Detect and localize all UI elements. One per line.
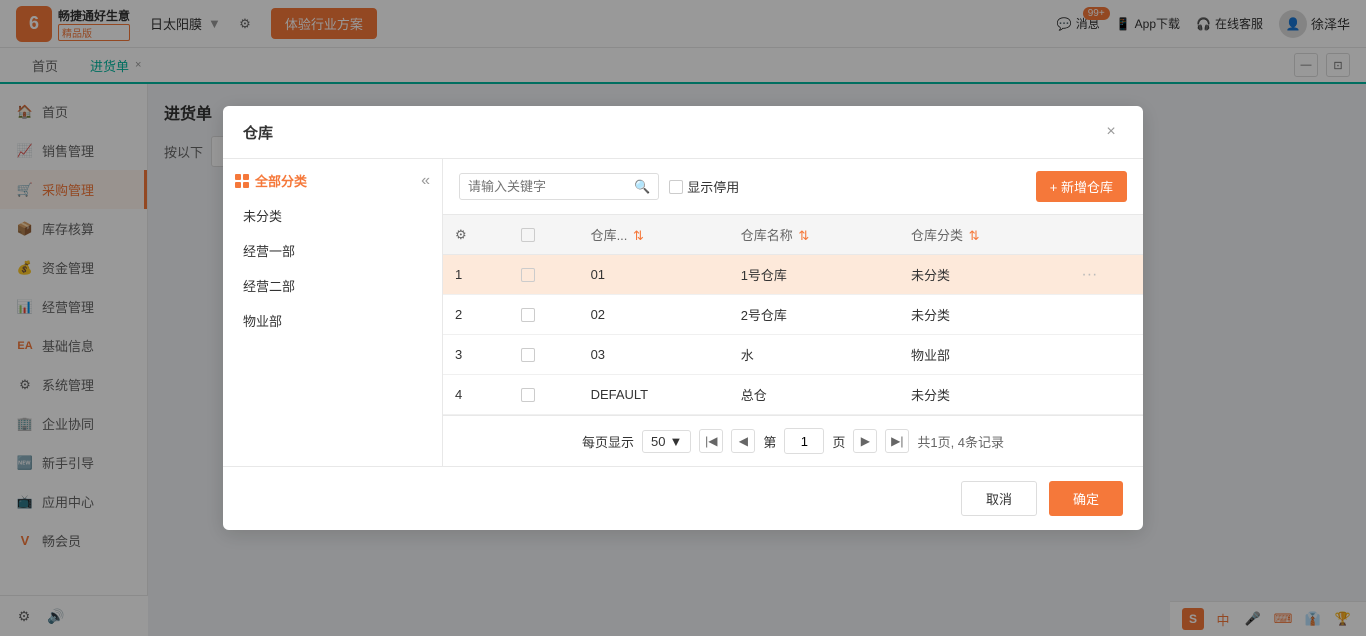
per-page-select[interactable]: 50 ▼ <box>642 430 691 453</box>
page-number-input[interactable] <box>784 428 824 454</box>
table-toolbar: 🔍 显示停用 + 新增仓库 <box>443 159 1143 215</box>
dialog-body: 全部分类 « 未分类 经营一部 经营二部 物业部 🔍 <box>223 159 1143 466</box>
table-row[interactable]: 3 03 水 物业部 <box>443 335 1143 375</box>
disabled-checkbox[interactable] <box>669 180 683 194</box>
warehouse-dialog: 仓库 × 全部分类 « 未分类 经营一部 经营二部 物业部 <box>223 106 1143 530</box>
search-input[interactable] <box>468 174 628 199</box>
close-button[interactable]: × <box>1099 120 1123 144</box>
col-name: 仓库名称 ⇅ <box>729 215 899 255</box>
row-category: 未分类 <box>899 255 1069 295</box>
table-row[interactable]: 4 DEFAULT 总仓 未分类 <box>443 375 1143 415</box>
dialog-footer: 取消 确定 <box>223 466 1143 530</box>
dialog-header: 仓库 × <box>223 106 1143 159</box>
row-category: 未分类 <box>899 295 1069 335</box>
first-page-button[interactable]: |◀ <box>699 429 723 453</box>
add-warehouse-button[interactable]: + 新增仓库 <box>1036 171 1127 202</box>
category-item-property[interactable]: 物业部 <box>223 303 442 338</box>
collapse-icon[interactable]: « <box>421 172 430 190</box>
row-code: 03 <box>579 335 729 375</box>
warehouse-table: ⚙ 仓库... ⇅ 仓库名称 ⇅ 仓库分类 ⇅ 1 <box>443 215 1143 415</box>
dialog-title: 仓库 <box>243 122 273 143</box>
last-page-button[interactable]: ▶| <box>885 429 909 453</box>
row-checkbox-cell <box>509 335 579 375</box>
col-checkbox <box>509 215 579 255</box>
all-categories[interactable]: 全部分类 <box>235 171 307 190</box>
search-icon: 🔍 <box>634 179 650 195</box>
next-page-button[interactable]: ▶ <box>853 429 877 453</box>
col-code: 仓库... ⇅ <box>579 215 729 255</box>
show-disabled-label: 显示停用 <box>687 177 739 196</box>
page-label-text: 第 <box>763 432 776 451</box>
table-row[interactable]: 1 01 1号仓库 未分类 ··· <box>443 255 1143 295</box>
row-actions[interactable] <box>1069 335 1143 375</box>
row-num: 2 <box>443 295 509 335</box>
row-num: 1 <box>443 255 509 295</box>
row-checkbox-cell <box>509 375 579 415</box>
row-num: 3 <box>443 335 509 375</box>
page-info: 共1页, 4条记录 <box>917 432 1004 451</box>
grid-icon <box>235 174 249 188</box>
table-panel: 🔍 显示停用 + 新增仓库 ⚙ <box>443 159 1143 466</box>
row-code: 02 <box>579 295 729 335</box>
row-category: 未分类 <box>899 375 1069 415</box>
page-suffix: 页 <box>832 432 845 451</box>
row-code: 01 <box>579 255 729 295</box>
table-wrap: ⚙ 仓库... ⇅ 仓库名称 ⇅ 仓库分类 ⇅ 1 <box>443 215 1143 415</box>
row-num: 4 <box>443 375 509 415</box>
row-code: DEFAULT <box>579 375 729 415</box>
row-actions[interactable] <box>1069 375 1143 415</box>
category-header: 全部分类 « <box>223 171 442 198</box>
row-name: 水 <box>729 335 899 375</box>
show-disabled-checkbox[interactable]: 显示停用 <box>669 177 739 196</box>
row-name: 1号仓库 <box>729 255 899 295</box>
row-checkbox-cell <box>509 255 579 295</box>
prev-page-button[interactable]: ◀ <box>731 429 755 453</box>
row-checkbox-cell <box>509 295 579 335</box>
row-name: 总仓 <box>729 375 899 415</box>
per-page-label: 每页显示 <box>582 432 634 451</box>
category-item-ops1[interactable]: 经营一部 <box>223 233 442 268</box>
category-item-ops2[interactable]: 经营二部 <box>223 268 442 303</box>
row-category: 物业部 <box>899 335 1069 375</box>
search-wrap: 🔍 <box>459 173 659 200</box>
pagination: 每页显示 50 ▼ |◀ ◀ 第 页 ▶ ▶| 共1页, 4条记录 <box>443 415 1143 466</box>
confirm-button[interactable]: 确定 <box>1049 481 1123 516</box>
col-actions <box>1069 215 1143 255</box>
table-row[interactable]: 2 02 2号仓库 未分类 <box>443 295 1143 335</box>
cancel-button[interactable]: 取消 <box>961 481 1037 516</box>
row-actions[interactable]: ··· <box>1069 255 1143 295</box>
dialog-overlay: 仓库 × 全部分类 « 未分类 经营一部 经营二部 物业部 <box>0 0 1366 636</box>
col-category: 仓库分类 ⇅ <box>899 215 1069 255</box>
row-name: 2号仓库 <box>729 295 899 335</box>
col-settings: ⚙ <box>443 215 509 255</box>
category-panel: 全部分类 « 未分类 经营一部 经营二部 物业部 <box>223 159 443 466</box>
row-actions[interactable] <box>1069 295 1143 335</box>
chevron-down-icon: ▼ <box>669 434 682 449</box>
category-item-unclassified[interactable]: 未分类 <box>223 198 442 233</box>
